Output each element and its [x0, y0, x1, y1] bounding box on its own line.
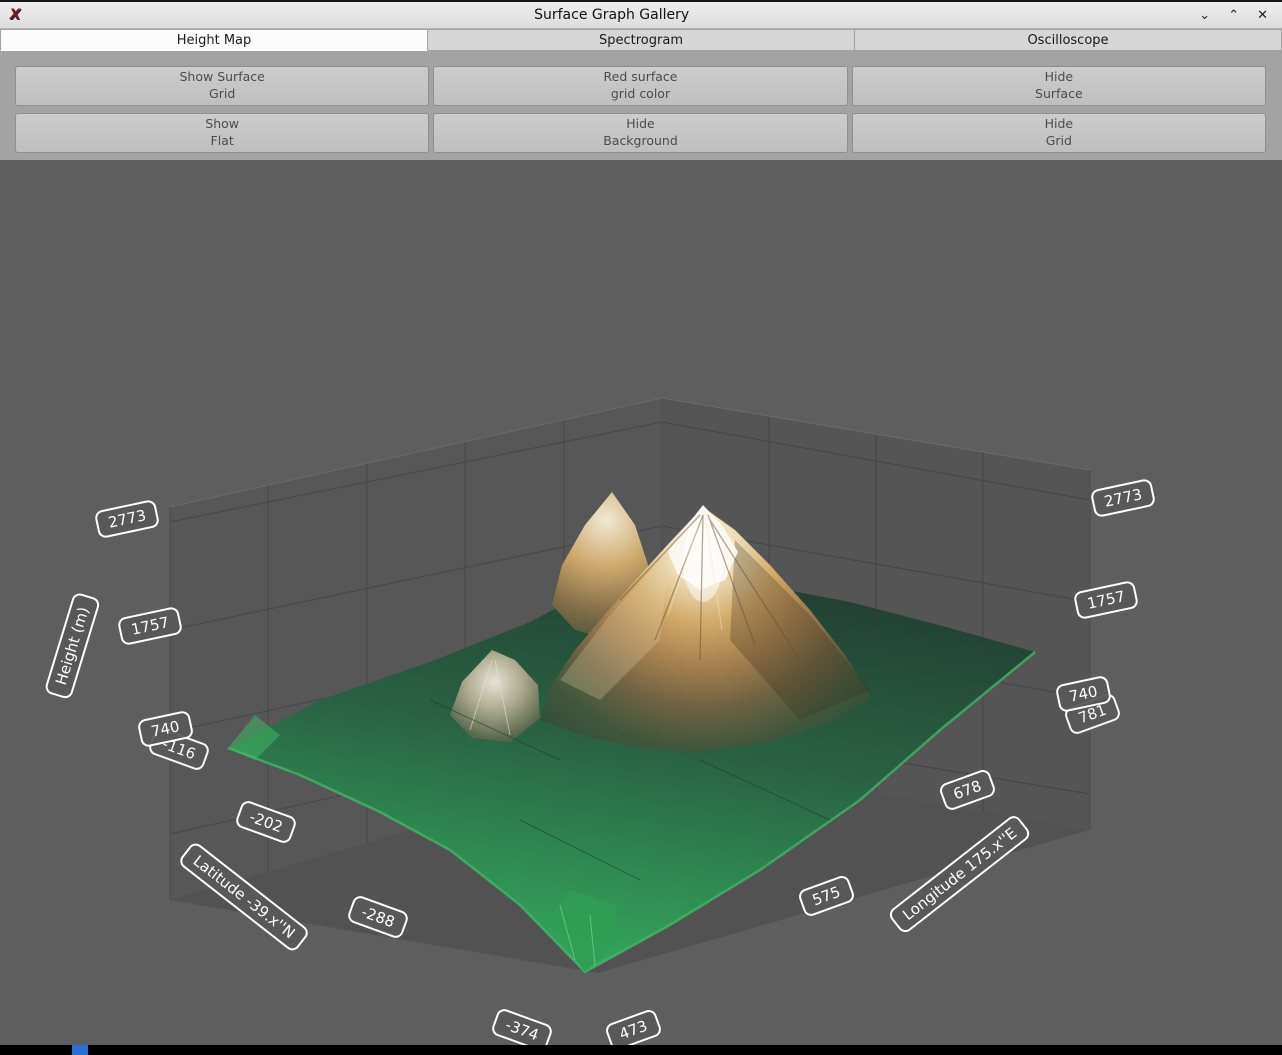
show-surface-grid-button[interactable]: Show Surface Grid	[15, 66, 429, 106]
red-surface-grid-color-button[interactable]: Red surface grid color	[433, 66, 847, 106]
app-window: X Surface Graph Gallery ⌄ ⌃ ✕ Height Map…	[0, 0, 1282, 1055]
hide-surface-button[interactable]: Hide Surface	[852, 66, 1266, 106]
close-button[interactable]: ✕	[1257, 2, 1268, 29]
surface-view[interactable]: 2773 1757 740 -116 2773 1757 740 781 678…	[0, 160, 1282, 1045]
minimize-button[interactable]: ⌄	[1199, 2, 1210, 29]
titlebar[interactable]: X Surface Graph Gallery ⌄ ⌃ ✕	[0, 2, 1282, 29]
tab-spectrogram[interactable]: Spectrogram	[428, 29, 855, 51]
app-icon: X	[6, 6, 24, 24]
hide-background-button[interactable]: Hide Background	[433, 113, 847, 153]
button-panel: Show Surface Grid Red surface grid color…	[0, 51, 1282, 160]
window-controls: ⌄ ⌃ ✕	[1199, 2, 1268, 29]
show-flat-button[interactable]: Show Flat	[15, 113, 429, 153]
taskbar-fragment	[72, 1045, 88, 1055]
tab-bar: Height Map Spectrogram Oscilloscope	[0, 29, 1282, 51]
tab-height-map[interactable]: Height Map	[0, 29, 428, 51]
bottom-edge	[0, 1045, 1282, 1055]
maximize-button[interactable]: ⌃	[1228, 2, 1239, 29]
window-title: Surface Graph Gallery	[24, 7, 1199, 23]
tab-oscilloscope[interactable]: Oscilloscope	[855, 29, 1282, 51]
hide-grid-button[interactable]: Hide Grid	[852, 113, 1266, 153]
